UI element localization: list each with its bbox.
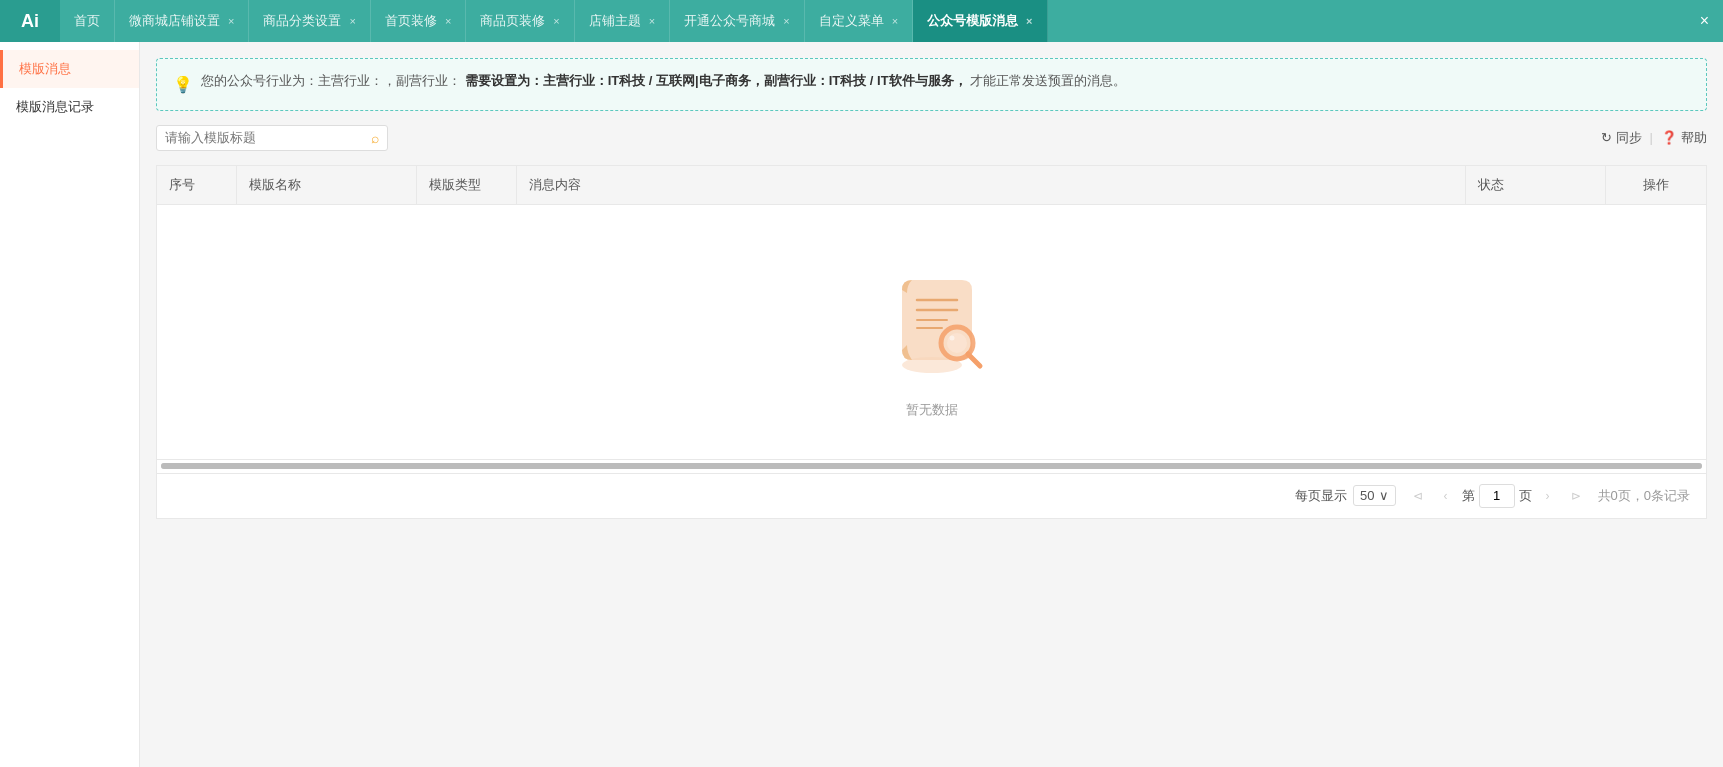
nav-tab-shop-theme[interactable]: 店铺主题 × — [575, 0, 670, 42]
notice-icon: 💡 — [173, 72, 193, 98]
close-shop-theme-icon[interactable]: × — [649, 15, 655, 27]
col-header-status: 状态 — [1466, 166, 1606, 204]
nav-tab-category-setting[interactable]: 商品分类设置 × — [249, 0, 370, 42]
notice-text: 您的公众号行业为：主营行业：，副营行业： 需要设置为：主营行业：IT科技 / 互… — [201, 71, 1126, 92]
nav-tab-product-decor[interactable]: 商品页装修 × — [466, 0, 574, 42]
notice-text-highlight: 需要设置为：主营行业：IT科技 / 互联网|电子商务，副营行业：IT科技 / I… — [465, 73, 967, 88]
nav-tab-home[interactable]: 首页 — [60, 0, 115, 42]
last-page-button[interactable]: ⊳ — [1564, 484, 1588, 508]
close-shop-setting-icon[interactable]: × — [228, 15, 234, 27]
col-header-index: 序号 — [157, 166, 237, 204]
page-size-select: 每页显示 50 ∨ — [1295, 485, 1395, 506]
nav-tab-template-msg-label: 公众号模版消息 — [927, 12, 1018, 30]
empty-text: 暂无数据 — [906, 401, 958, 419]
sidebar-item-template-record[interactable]: 模版消息记录 — [0, 88, 139, 126]
toolbar-right: ↻ 同步 | ❓ 帮助 — [1601, 129, 1707, 147]
toolbar-divider: | — [1650, 130, 1653, 145]
close-custom-menu-icon[interactable]: × — [892, 15, 898, 27]
pagination: 每页显示 50 ∨ ⊲ ‹ 第 页 › ⊳ — [157, 473, 1706, 518]
search-icon[interactable]: ⌕ — [371, 130, 379, 146]
next-page-button[interactable]: › — [1536, 484, 1560, 508]
sidebar: 模版消息 模版消息记录 — [0, 42, 140, 767]
page-size-dropdown[interactable]: 50 ∨ — [1353, 485, 1395, 506]
nav-tab-custom-menu-label: 自定义菜单 — [819, 12, 884, 30]
nav-tabs: 首页 微商城店铺设置 × 商品分类设置 × 首页装修 × 商品页装修 × 店铺主… — [60, 0, 1686, 42]
page-nav: ⊲ ‹ 第 页 › ⊳ — [1406, 484, 1588, 508]
toolbar: ⌕ ↻ 同步 | ❓ 帮助 — [156, 125, 1707, 151]
help-circle-icon: ❓ — [1661, 130, 1677, 145]
table-header: 序号 模版名称 模版类型 消息内容 状态 操作 — [157, 166, 1706, 205]
chevron-down-icon: ∨ — [1379, 488, 1389, 503]
help-label: 帮助 — [1681, 129, 1707, 147]
nav-tab-open-mall[interactable]: 开通公众号商城 × — [670, 0, 804, 42]
col-header-content: 消息内容 — [517, 166, 1466, 204]
sidebar-item-template-message[interactable]: 模版消息 — [0, 50, 139, 88]
sync-button[interactable]: ↻ 同步 — [1601, 129, 1642, 147]
col-header-type: 模版类型 — [417, 166, 517, 204]
nav-tab-shop-setting-label: 微商城店铺设置 — [129, 12, 220, 30]
nav-tab-custom-menu[interactable]: 自定义菜单 × — [805, 0, 913, 42]
empty-state: 暂无数据 — [157, 205, 1706, 459]
close-category-icon[interactable]: × — [349, 15, 355, 27]
nav-tab-product-decor-label: 商品页装修 — [480, 12, 545, 30]
nav-tab-home-decor-label: 首页装修 — [385, 12, 437, 30]
close-open-mall-icon[interactable]: × — [783, 15, 789, 27]
main-layout: 模版消息 模版消息记录 💡 您的公众号行业为：主营行业：，副营行业： 需要设置为… — [0, 42, 1723, 767]
h-scrollbar[interactable] — [161, 463, 1702, 469]
svg-line-7 — [968, 354, 980, 366]
content-area: 💡 您的公众号行业为：主营行业：，副营行业： 需要设置为：主营行业：IT科技 /… — [140, 42, 1723, 767]
page-label-prefix: 第 — [1462, 487, 1475, 505]
page-size-value: 50 — [1360, 488, 1374, 503]
sidebar-item-template-message-label: 模版消息 — [19, 61, 71, 76]
close-home-decor-icon[interactable]: × — [445, 15, 451, 27]
search-box: ⌕ — [156, 125, 388, 151]
top-nav: Ai 首页 微商城店铺设置 × 商品分类设置 × 首页装修 × 商品页装修 × … — [0, 0, 1723, 42]
svg-point-8 — [949, 335, 954, 340]
col-header-name: 模版名称 — [237, 166, 417, 204]
nav-tab-template-msg[interactable]: 公众号模版消息 × — [913, 0, 1047, 42]
nav-tab-home-decor[interactable]: 首页装修 × — [371, 0, 466, 42]
nav-tab-open-mall-label: 开通公众号商城 — [684, 12, 775, 30]
nav-tab-shop-theme-label: 店铺主题 — [589, 12, 641, 30]
page-size-label: 每页显示 — [1295, 487, 1347, 505]
first-page-button[interactable]: ⊲ — [1406, 484, 1430, 508]
close-template-msg-icon[interactable]: × — [1026, 15, 1032, 27]
total-info: 共0页，0条记录 — [1598, 487, 1690, 505]
empty-illustration — [872, 265, 992, 385]
page-input-box: 第 页 — [1462, 484, 1532, 508]
sidebar-item-template-record-label: 模版消息记录 — [16, 99, 94, 114]
h-scrollbar-thumb[interactable] — [161, 463, 1702, 469]
notice-text-prefix: 您的公众号行业为：主营行业：，副营行业： — [201, 73, 461, 88]
nav-tab-home-label: 首页 — [74, 12, 100, 30]
notice-text-suffix: 才能正常发送预置的消息。 — [970, 73, 1126, 88]
svg-point-6 — [947, 333, 967, 353]
nav-tab-category-label: 商品分类设置 — [263, 12, 341, 30]
data-table: 序号 模版名称 模版类型 消息内容 状态 操作 — [156, 165, 1707, 519]
sync-refresh-icon: ↻ — [1601, 130, 1612, 145]
nav-tab-shop-setting[interactable]: 微商城店铺设置 × — [115, 0, 249, 42]
page-label-suffix: 页 — [1519, 487, 1532, 505]
help-button[interactable]: ❓ 帮助 — [1661, 129, 1707, 147]
prev-page-button[interactable]: ‹ — [1434, 484, 1458, 508]
sync-label: 同步 — [1616, 129, 1642, 147]
close-all-button[interactable]: × — [1686, 12, 1723, 30]
scrollbar-area — [157, 459, 1706, 473]
notice-box: 💡 您的公众号行业为：主营行业：，副营行业： 需要设置为：主营行业：IT科技 /… — [156, 58, 1707, 111]
app-logo: Ai — [0, 0, 60, 42]
page-input[interactable] — [1479, 484, 1515, 508]
close-product-decor-icon[interactable]: × — [553, 15, 559, 27]
col-header-action: 操作 — [1606, 166, 1706, 204]
search-input[interactable] — [165, 130, 365, 145]
